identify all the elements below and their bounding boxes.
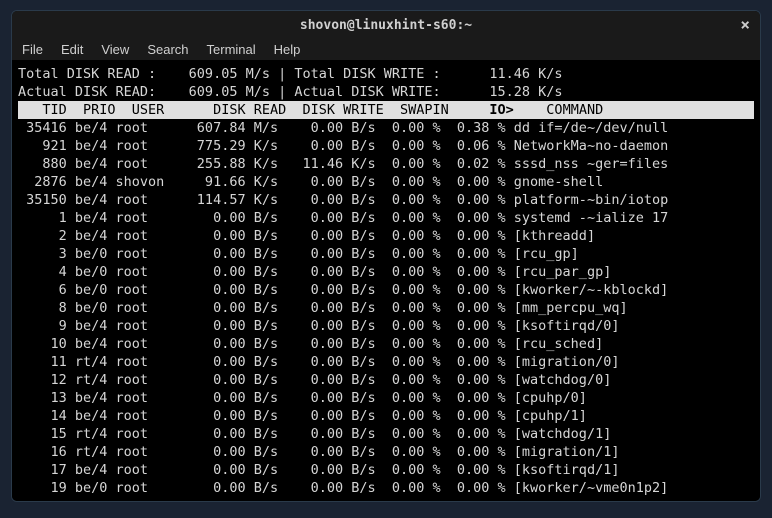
process-row: 4 be/0 root 0.00 B/s 0.00 B/s 0.00 % 0.0…: [18, 263, 754, 281]
menu-help[interactable]: Help: [274, 42, 301, 57]
menu-terminal[interactable]: Terminal: [207, 42, 256, 57]
process-row: 16 rt/4 root 0.00 B/s 0.00 B/s 0.00 % 0.…: [18, 443, 754, 461]
menu-search[interactable]: Search: [147, 42, 188, 57]
process-row: 2 be/4 root 0.00 B/s 0.00 B/s 0.00 % 0.0…: [18, 227, 754, 245]
menu-file[interactable]: File: [22, 42, 43, 57]
process-row: 35416 be/4 root 607.84 M/s 0.00 B/s 0.00…: [18, 119, 754, 137]
terminal-window: shovon@linuxhint-s60:~ × File Edit View …: [11, 10, 761, 502]
menu-view[interactable]: View: [101, 42, 129, 57]
column-header[interactable]: TID PRIO USER DISK READ DISK WRITE SWAPI…: [18, 101, 754, 119]
process-row: 3 be/0 root 0.00 B/s 0.00 B/s 0.00 % 0.0…: [18, 245, 754, 263]
process-row: 921 be/4 root 775.29 K/s 0.00 B/s 0.00 %…: [18, 137, 754, 155]
process-row: 19 be/0 root 0.00 B/s 0.00 B/s 0.00 % 0.…: [18, 479, 754, 497]
process-row: 35150 be/4 root 114.57 K/s 0.00 B/s 0.00…: [18, 191, 754, 209]
process-row: 8 be/0 root 0.00 B/s 0.00 B/s 0.00 % 0.0…: [18, 299, 754, 317]
process-row: 13 be/4 root 0.00 B/s 0.00 B/s 0.00 % 0.…: [18, 389, 754, 407]
close-icon[interactable]: ×: [740, 17, 750, 33]
menu-edit[interactable]: Edit: [61, 42, 83, 57]
menubar: File Edit View Search Terminal Help: [12, 39, 760, 61]
process-row: 17 be/4 root 0.00 B/s 0.00 B/s 0.00 % 0.…: [18, 461, 754, 479]
summary-actual: Actual DISK READ: 609.05 M/s | Actual DI…: [18, 83, 754, 101]
process-row: 11 rt/4 root 0.00 B/s 0.00 B/s 0.00 % 0.…: [18, 353, 754, 371]
process-row: 12 rt/4 root 0.00 B/s 0.00 B/s 0.00 % 0.…: [18, 371, 754, 389]
process-row: 1 be/4 root 0.00 B/s 0.00 B/s 0.00 % 0.0…: [18, 209, 754, 227]
process-row: 6 be/0 root 0.00 B/s 0.00 B/s 0.00 % 0.0…: [18, 281, 754, 299]
process-row: 14 be/4 root 0.00 B/s 0.00 B/s 0.00 % 0.…: [18, 407, 754, 425]
process-row: 15 rt/4 root 0.00 B/s 0.00 B/s 0.00 % 0.…: [18, 425, 754, 443]
summary-total: Total DISK READ : 609.05 M/s | Total DIS…: [18, 65, 754, 83]
process-row: 2876 be/4 shovon 91.66 K/s 0.00 B/s 0.00…: [18, 173, 754, 191]
process-row: 9 be/4 root 0.00 B/s 0.00 B/s 0.00 % 0.0…: [18, 317, 754, 335]
process-row: 880 be/4 root 255.88 K/s 11.46 K/s 0.00 …: [18, 155, 754, 173]
terminal-output[interactable]: Total DISK READ : 609.05 M/s | Total DIS…: [12, 61, 760, 501]
titlebar[interactable]: shovon@linuxhint-s60:~ ×: [12, 11, 760, 39]
process-row: 10 be/4 root 0.00 B/s 0.00 B/s 0.00 % 0.…: [18, 335, 754, 353]
window-title: shovon@linuxhint-s60:~: [300, 18, 472, 33]
